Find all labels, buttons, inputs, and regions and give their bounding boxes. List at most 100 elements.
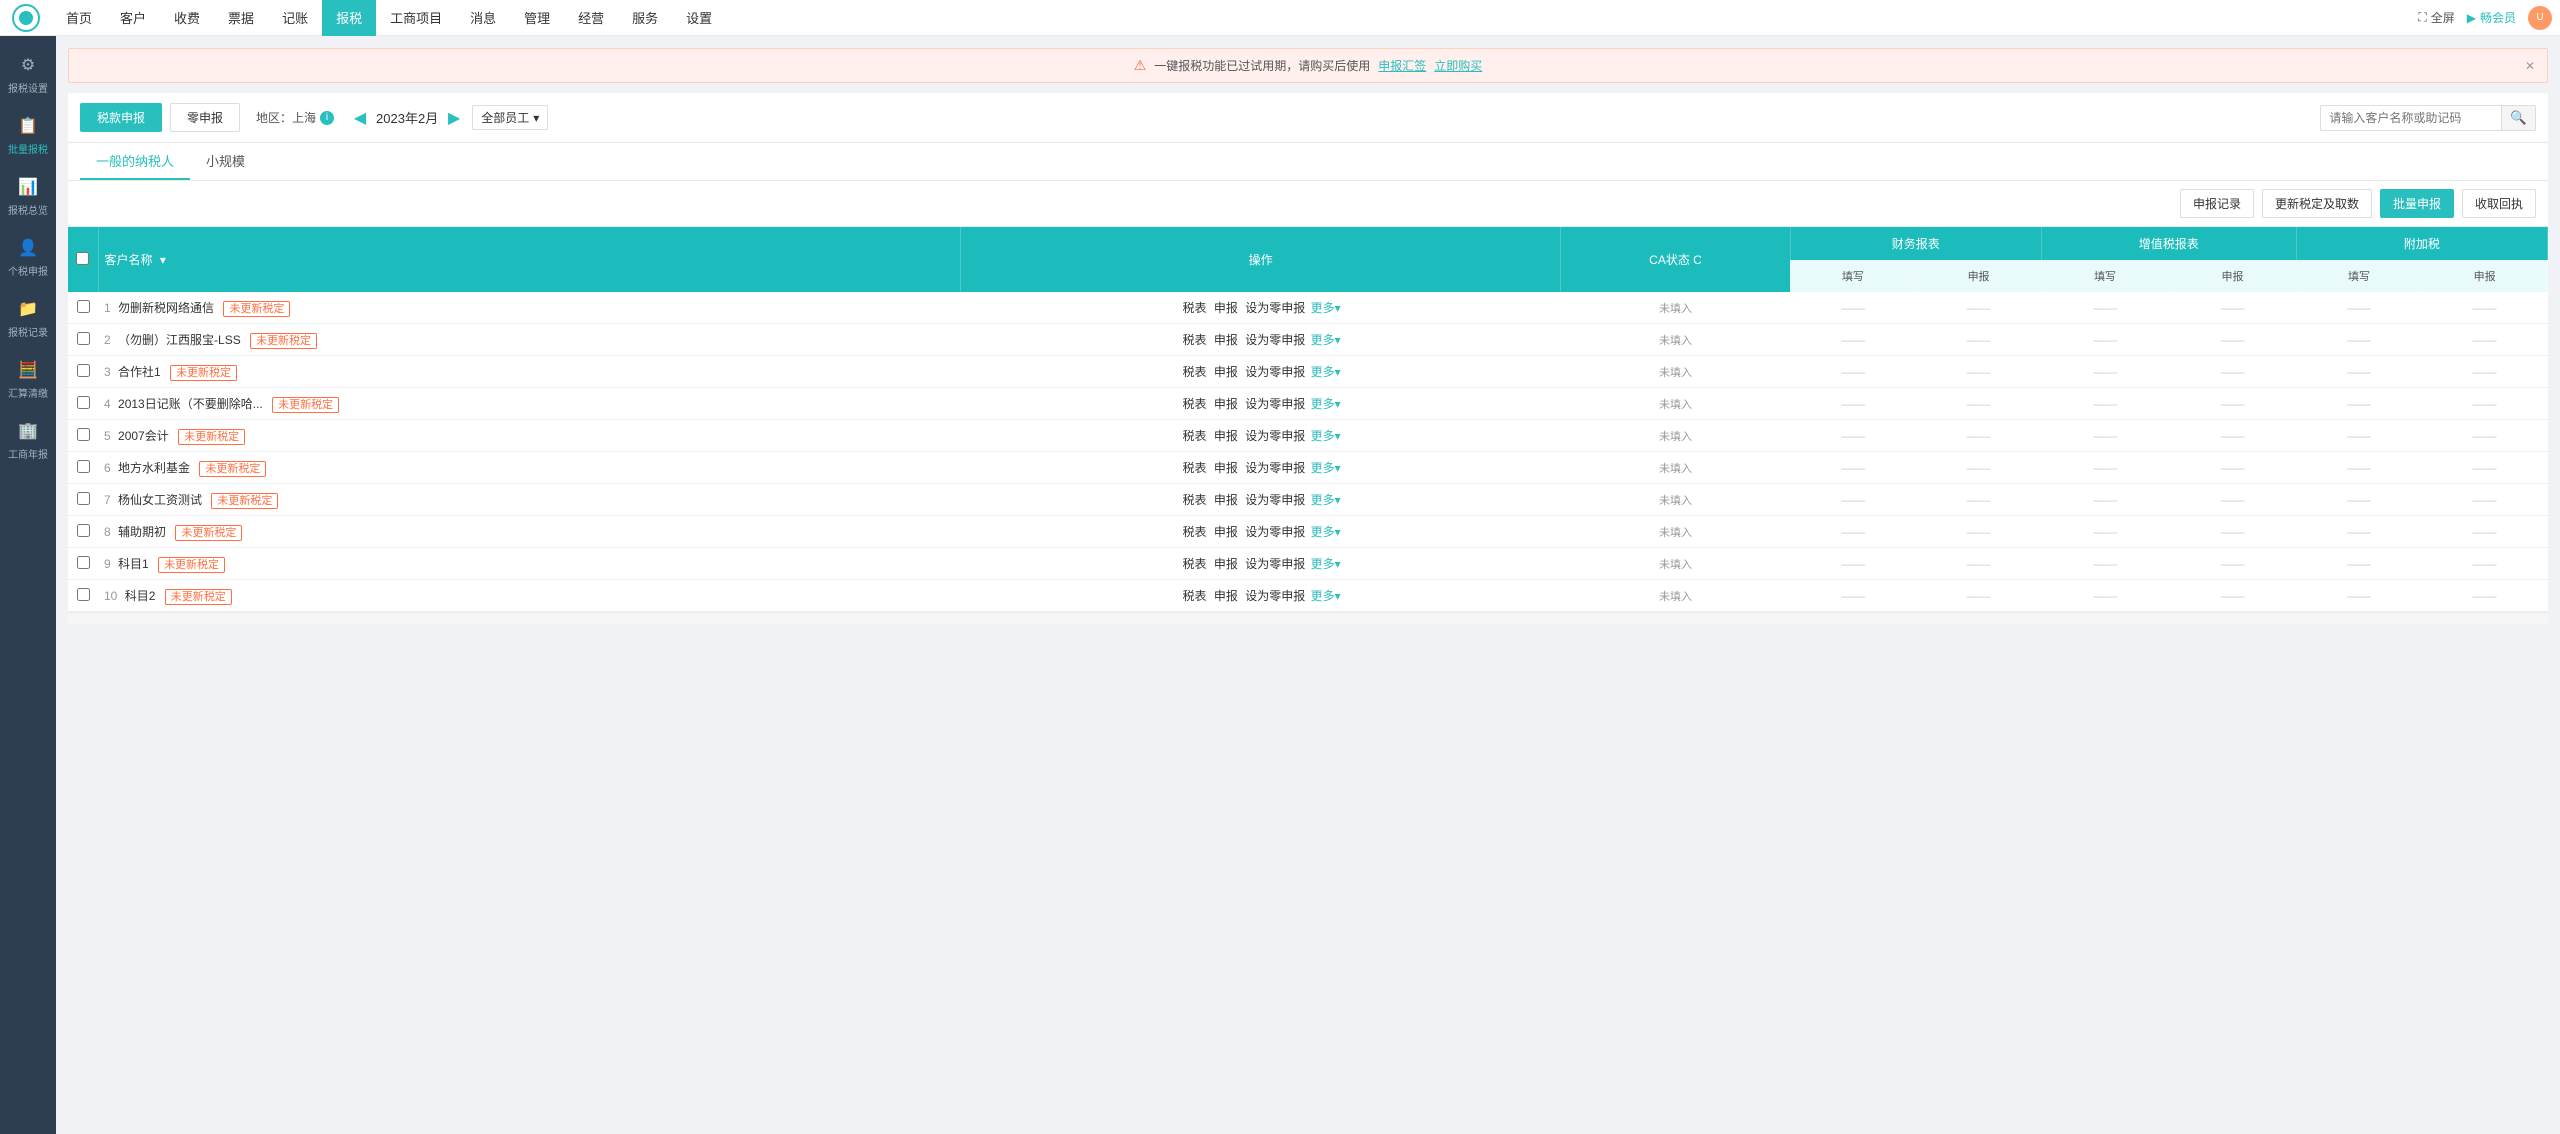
checkbox-6[interactable] xyxy=(77,492,90,505)
op-report-4[interactable]: 申报 xyxy=(1214,429,1238,443)
op-more-2[interactable]: 更多▾ xyxy=(1311,365,1341,379)
prev-month-btn[interactable]: ◀ xyxy=(350,108,370,128)
banner-close-btn[interactable]: ✕ xyxy=(2525,59,2535,73)
checkbox-9[interactable] xyxy=(77,588,90,601)
scroll-bar[interactable] xyxy=(68,612,2548,624)
op-tax-table-3[interactable]: 税表 xyxy=(1183,397,1207,411)
op-zero-0[interactable]: 设为零申报 xyxy=(1245,301,1305,315)
report-records-btn[interactable]: 申报记录 xyxy=(2180,189,2254,218)
op-tax-table-4[interactable]: 税表 xyxy=(1183,429,1207,443)
nav-customer[interactable]: 客户 xyxy=(106,0,160,36)
op-tax-table-1[interactable]: 税表 xyxy=(1183,333,1207,347)
vip-btn[interactable]: ▶ 畅会员 xyxy=(2467,9,2516,26)
sidebar-item-tax-settings[interactable]: ⚙ 报税设置 xyxy=(0,44,56,105)
nav-bookkeeping[interactable]: 记账 xyxy=(268,0,322,36)
op-more-1[interactable]: 更多▾ xyxy=(1311,333,1341,347)
row-checkbox-1 xyxy=(68,324,98,356)
op-report-5[interactable]: 申报 xyxy=(1214,461,1238,475)
sidebar-item-calc-clear[interactable]: 🧮 汇算清缴 xyxy=(0,349,56,410)
op-report-0[interactable]: 申报 xyxy=(1214,301,1238,315)
checkbox-3[interactable] xyxy=(77,396,90,409)
checkbox-1[interactable] xyxy=(77,332,90,345)
op-tax-table-2[interactable]: 税表 xyxy=(1183,365,1207,379)
sidebar-item-tax-overview[interactable]: 📊 报税总览 xyxy=(0,166,56,227)
nav-messages[interactable]: 消息 xyxy=(456,0,510,36)
op-report-7[interactable]: 申报 xyxy=(1214,525,1238,539)
region-selector: 地区：上海 i xyxy=(256,109,334,126)
table-row: 5 2007会计 未更新税定税表 申报 设为零申报 更多▾未填入————————… xyxy=(68,420,2548,452)
checkbox-5[interactable] xyxy=(77,460,90,473)
op-report-6[interactable]: 申报 xyxy=(1214,493,1238,507)
nav-tax[interactable]: 报税 xyxy=(322,0,376,36)
subtab-small[interactable]: 小规模 xyxy=(190,143,261,180)
nav-billing[interactable]: 收费 xyxy=(160,0,214,36)
select-all-checkbox[interactable] xyxy=(76,252,89,265)
op-more-5[interactable]: 更多▾ xyxy=(1311,461,1341,475)
op-more-3[interactable]: 更多▾ xyxy=(1311,397,1341,411)
op-report-3[interactable]: 申报 xyxy=(1214,397,1238,411)
next-month-btn[interactable]: ▶ xyxy=(444,108,464,128)
tab-tax-declaration[interactable]: 税款申报 xyxy=(80,103,162,132)
op-zero-3[interactable]: 设为零申报 xyxy=(1245,397,1305,411)
banner-link-report[interactable]: 申报汇签 xyxy=(1378,57,1426,74)
tab-zero-declaration[interactable]: 零申报 xyxy=(170,103,240,132)
nav-services[interactable]: 服务 xyxy=(618,0,672,36)
op-zero-7[interactable]: 设为零申报 xyxy=(1245,525,1305,539)
op-report-1[interactable]: 申报 xyxy=(1214,333,1238,347)
op-tax-table-7[interactable]: 税表 xyxy=(1183,525,1207,539)
search-input[interactable] xyxy=(2321,107,2501,129)
op-more-6[interactable]: 更多▾ xyxy=(1311,493,1341,507)
nav-invoice[interactable]: 票据 xyxy=(214,0,268,36)
op-zero-9[interactable]: 设为零申报 xyxy=(1245,589,1305,603)
tax-overview-icon: 📊 xyxy=(17,176,39,198)
dept-selector[interactable]: 全部员工 ▾ xyxy=(472,105,548,130)
sidebar: ⚙ 报税设置 📋 批量报税 📊 报税总览 👤 个税申报 📁 报税记录 🧮 汇算清… xyxy=(0,36,56,1134)
collect-receipt-btn[interactable]: 收取回执 xyxy=(2462,189,2536,218)
batch-report-btn[interactable]: 批量申报 xyxy=(2380,189,2454,218)
op-report-9[interactable]: 申报 xyxy=(1214,589,1238,603)
op-zero-8[interactable]: 设为零申报 xyxy=(1245,557,1305,571)
nav-management[interactable]: 管理 xyxy=(510,0,564,36)
op-more-4[interactable]: 更多▾ xyxy=(1311,429,1341,443)
op-report-2[interactable]: 申报 xyxy=(1214,365,1238,379)
op-zero-1[interactable]: 设为零申报 xyxy=(1245,333,1305,347)
op-more-9[interactable]: 更多▾ xyxy=(1311,589,1341,603)
sidebar-item-business-report[interactable]: 🏢 工商年报 xyxy=(0,410,56,471)
op-tax-table-5[interactable]: 税表 xyxy=(1183,461,1207,475)
op-zero-2[interactable]: 设为零申报 xyxy=(1245,365,1305,379)
sidebar-item-personal-tax[interactable]: 👤 个税申报 xyxy=(0,227,56,288)
op-zero-5[interactable]: 设为零申报 xyxy=(1245,461,1305,475)
sidebar-item-batch-tax[interactable]: 📋 批量报税 xyxy=(0,105,56,166)
op-tax-table-8[interactable]: 税表 xyxy=(1183,557,1207,571)
op-tax-table-6[interactable]: 税表 xyxy=(1183,493,1207,507)
nav-operations[interactable]: 经营 xyxy=(564,0,618,36)
th-financial-report: 财务报表 xyxy=(1790,227,2041,260)
nav-home[interactable]: 首页 xyxy=(52,0,106,36)
checkbox-4[interactable] xyxy=(77,428,90,441)
subtab-general[interactable]: 一般的纳税人 xyxy=(80,143,190,180)
nav-business[interactable]: 工商项目 xyxy=(376,0,456,36)
op-more-8[interactable]: 更多▾ xyxy=(1311,557,1341,571)
region-info-icon[interactable]: i xyxy=(320,111,334,125)
th-ca-status: CA状态 C xyxy=(1561,227,1790,292)
checkbox-0[interactable] xyxy=(77,300,90,313)
op-zero-4[interactable]: 设为零申报 xyxy=(1245,429,1305,443)
fullscreen-btn[interactable]: ⛶ 全屏 xyxy=(2418,9,2454,26)
op-report-8[interactable]: 申报 xyxy=(1214,557,1238,571)
checkbox-8[interactable] xyxy=(77,556,90,569)
checkbox-2[interactable] xyxy=(77,364,90,377)
op-tax-table-9[interactable]: 税表 xyxy=(1183,589,1207,603)
op-zero-6[interactable]: 设为零申报 xyxy=(1245,493,1305,507)
op-tax-table-0[interactable]: 税表 xyxy=(1183,301,1207,315)
sidebar-item-tax-records[interactable]: 📁 报税记录 xyxy=(0,288,56,349)
operations-6: 税表 申报 设为零申报 更多▾ xyxy=(960,484,1561,516)
col-5-row-4: —— xyxy=(2422,420,2548,452)
nav-settings[interactable]: 设置 xyxy=(672,0,726,36)
banner-link-buy[interactable]: 立即购买 xyxy=(1434,57,1482,74)
op-more-0[interactable]: 更多▾ xyxy=(1311,301,1341,315)
op-more-7[interactable]: 更多▾ xyxy=(1311,525,1341,539)
update-tax-btn[interactable]: 更新税定及取数 xyxy=(2262,189,2372,218)
user-avatar[interactable]: U xyxy=(2528,6,2552,30)
search-button[interactable]: 🔍 xyxy=(2501,106,2535,130)
checkbox-7[interactable] xyxy=(77,524,90,537)
